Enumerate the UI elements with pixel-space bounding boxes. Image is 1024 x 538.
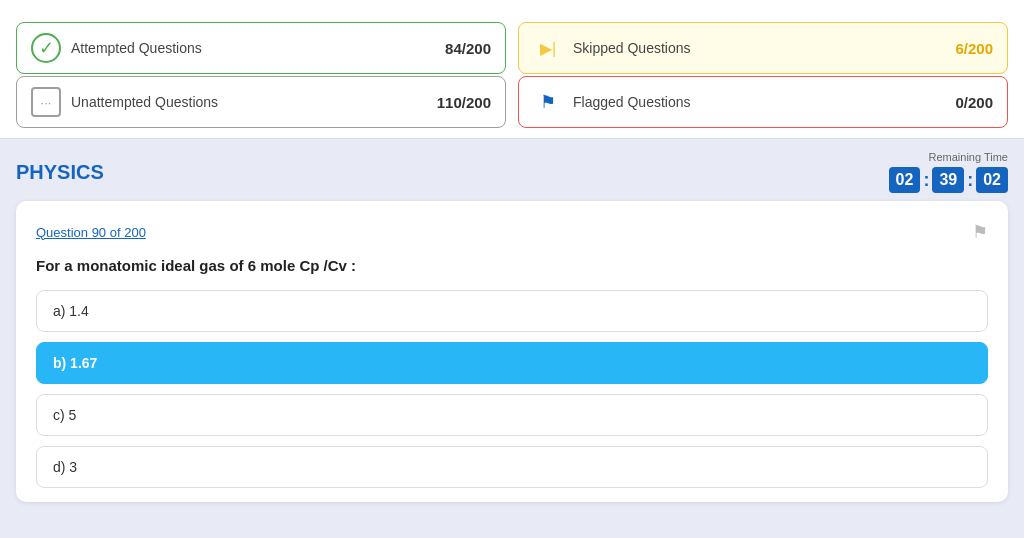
unattempted-icon: ··· — [31, 87, 61, 117]
timer-seconds: 02 — [976, 167, 1008, 193]
question-card: Question 90 of 200 ⚑ For a monatomic ide… — [16, 201, 1008, 502]
stat-attempted[interactable]: ✓ Attempted Questions 84/200 — [16, 22, 506, 74]
stat-flagged[interactable]: ⚑ Flagged Questions 0/200 — [518, 76, 1008, 128]
timer-label: Remaining Time — [929, 151, 1008, 163]
timer-digits: 02 : 39 : 02 — [889, 167, 1008, 193]
question-text: For a monatomic ideal gas of 6 mole Cp /… — [36, 257, 988, 274]
flag-icon[interactable]: ⚑ — [972, 221, 988, 243]
unattempted-value: 110/200 — [437, 94, 491, 111]
timer-sep-1: : — [923, 170, 929, 191]
flagged-icon: ⚑ — [533, 87, 563, 117]
main-content: PHYSICS Remaining Time 02 : 39 : 02 Ques… — [0, 139, 1024, 538]
stat-unattempted[interactable]: ··· Unattempted Questions 110/200 — [16, 76, 506, 128]
option-b[interactable]: b) 1.67 — [36, 342, 988, 384]
timer-hours: 02 — [889, 167, 921, 193]
section-header: PHYSICS Remaining Time 02 : 39 : 02 — [16, 139, 1008, 201]
question-meta: Question 90 of 200 ⚑ — [36, 221, 988, 243]
timer-sep-2: : — [967, 170, 973, 191]
unattempted-label: Unattempted Questions — [71, 94, 427, 110]
skipped-icon: ▶| — [533, 33, 563, 63]
skipped-value: 6/200 — [955, 40, 993, 57]
question-number[interactable]: Question 90 of 200 — [36, 225, 146, 240]
top-bar: ✓ Attempted Questions 84/200 ▶| Skipped … — [0, 0, 1024, 139]
attempted-value: 84/200 — [445, 40, 491, 57]
flagged-label: Flagged Questions — [573, 94, 945, 110]
options-list: a) 1.4 b) 1.67 c) 5 d) 3 — [36, 290, 988, 488]
skipped-label: Skipped Questions — [573, 40, 945, 56]
option-a[interactable]: a) 1.4 — [36, 290, 988, 332]
timer-minutes: 39 — [932, 167, 964, 193]
attempted-label: Attempted Questions — [71, 40, 435, 56]
section-title: PHYSICS — [16, 161, 104, 184]
stats-row-2: ··· Unattempted Questions 110/200 ⚑ Flag… — [16, 76, 1008, 138]
stat-skipped[interactable]: ▶| Skipped Questions 6/200 — [518, 22, 1008, 74]
timer-block: Remaining Time 02 : 39 : 02 — [889, 151, 1008, 193]
option-d[interactable]: d) 3 — [36, 446, 988, 488]
stats-row: ✓ Attempted Questions 84/200 ▶| Skipped … — [16, 12, 1008, 84]
attempted-icon: ✓ — [31, 33, 61, 63]
option-c[interactable]: c) 5 — [36, 394, 988, 436]
flagged-value: 0/200 — [955, 94, 993, 111]
